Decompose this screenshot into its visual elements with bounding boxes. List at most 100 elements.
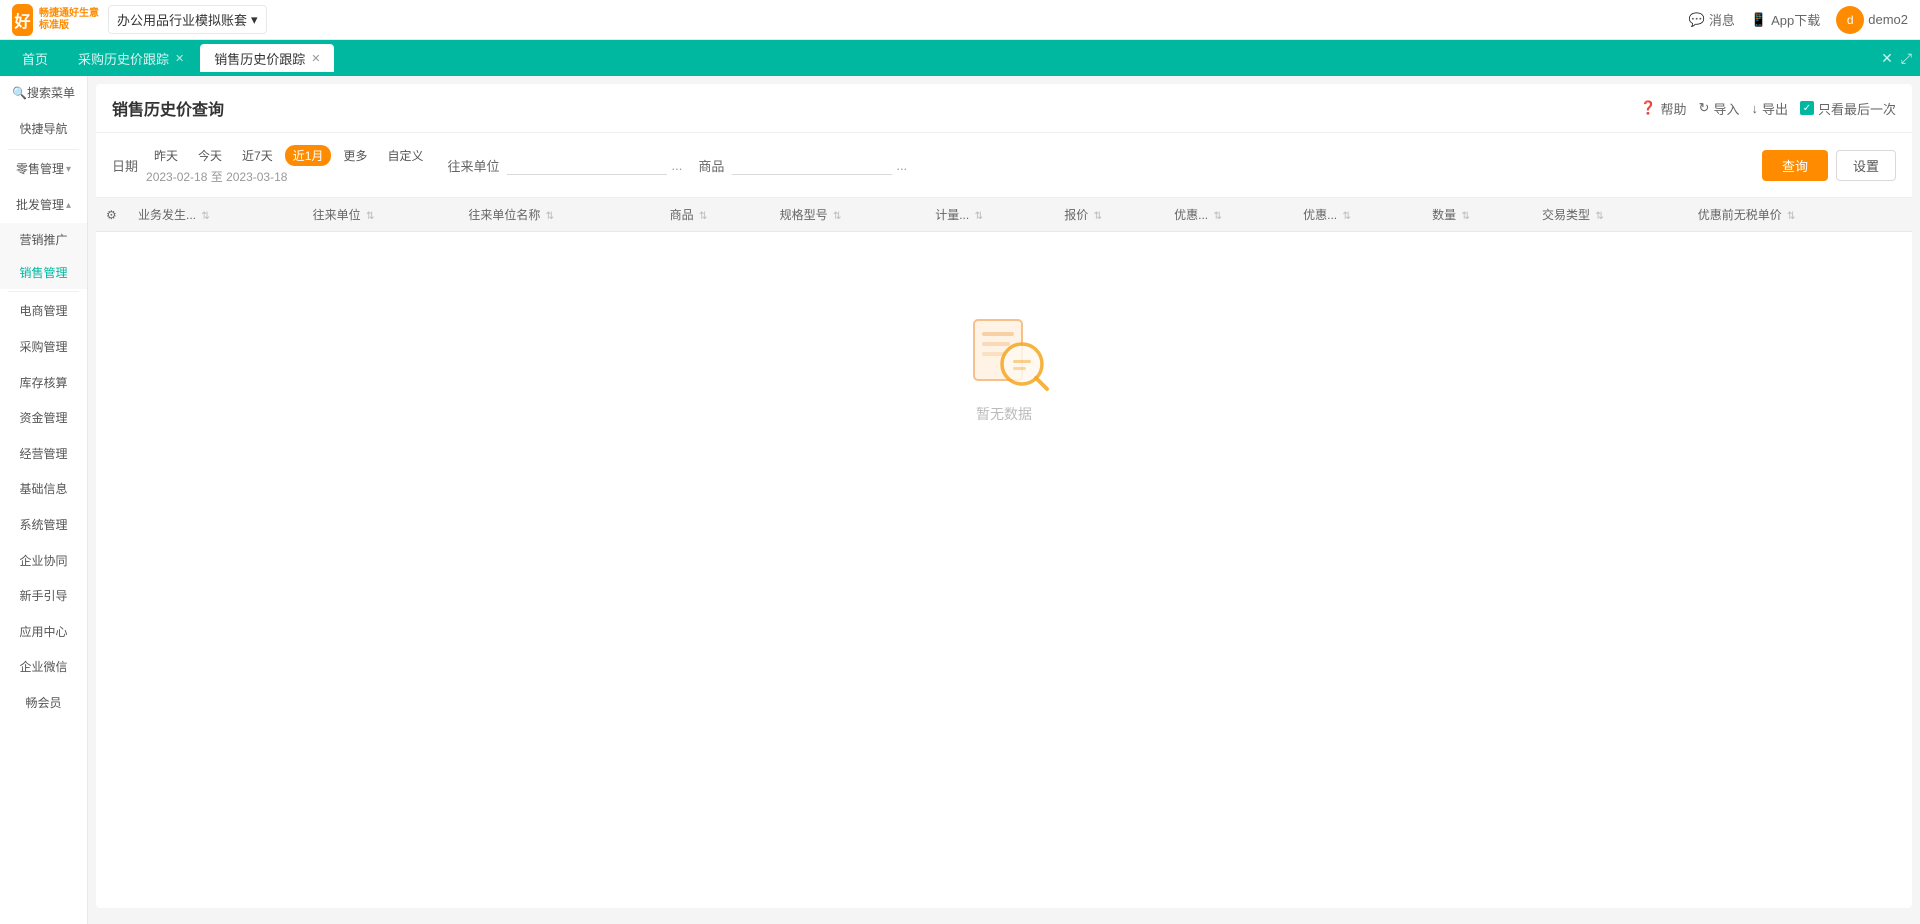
sidebar-item-wechat[interactable]: 企业微信: [0, 650, 87, 686]
sidebar-item-marketing[interactable]: 营销推广: [0, 223, 87, 256]
sidebar-purchase-label: 采购管理: [19, 340, 67, 356]
data-table: ⚙ 业务发生... ⇅ 往来单位 ⇅ 往来单位名称: [96, 198, 1912, 232]
party-filter-group: 往来单位 ...: [447, 155, 682, 175]
logo-icon: 好: [12, 4, 33, 36]
message-nav-item[interactable]: 💬 消息: [1689, 10, 1735, 29]
date-btn-1month[interactable]: 近1月: [285, 145, 332, 166]
th-discount2[interactable]: 优惠... ⇅: [1293, 198, 1422, 232]
sidebar-system-label: 系统管理: [19, 518, 67, 534]
sort-icon: ⇅: [1461, 211, 1469, 222]
sidebar-item-inventory[interactable]: 库存核算: [0, 366, 87, 402]
sidebar-item-sales-mgmt[interactable]: 销售管理: [0, 256, 87, 289]
product-filter-label: 商品: [698, 156, 724, 175]
tab-bar-right: ✕ ⤢: [1881, 50, 1912, 67]
tab-purchase-history[interactable]: 采购历史价跟踪 ✕: [64, 44, 198, 72]
date-filter-group: 日期 昨天 今天 近7天 近1月 更多 自定义 2023-02-18 至 202…: [112, 145, 431, 185]
search-icon: 🔍: [12, 86, 27, 102]
th-product-label: 商品: [670, 208, 694, 222]
date-buttons: 昨天 今天 近7天 近1月 更多 自定义: [146, 145, 431, 166]
sidebar-item-purchase[interactable]: 采购管理: [0, 330, 87, 366]
sidebar-item-retail[interactable]: 零售管理 ▾: [0, 152, 87, 188]
th-pre-tax-price[interactable]: 优惠前无税单价 ⇅: [1688, 198, 1912, 232]
tab-sales-history-close[interactable]: ✕: [311, 52, 320, 65]
th-discount1[interactable]: 优惠... ⇅: [1164, 198, 1293, 232]
product-filter-dots[interactable]: ...: [896, 158, 907, 173]
sidebar-item-app-center[interactable]: 应用中心: [0, 615, 87, 651]
th-biz-date-label: 业务发生...: [138, 208, 196, 222]
only-last-checkbox[interactable]: ✓: [1800, 101, 1814, 115]
empty-icon: [964, 312, 1044, 392]
date-btn-today[interactable]: 今天: [190, 145, 230, 166]
th-party-code[interactable]: 往来单位 ⇅: [303, 198, 459, 232]
import-action[interactable]: ↻ 导入: [1699, 99, 1740, 118]
table-header: ⚙ 业务发生... ⇅ 往来单位 ⇅ 往来单位名称: [96, 198, 1912, 232]
tab-close-all-btn[interactable]: ✕: [1881, 50, 1893, 67]
message-icon: 💬: [1689, 12, 1705, 28]
tab-expand-btn[interactable]: ⤢: [1901, 50, 1912, 67]
th-quoted-price-label: 报价: [1064, 208, 1088, 222]
date-btn-more[interactable]: 更多: [335, 145, 375, 166]
tab-home[interactable]: 首页: [8, 44, 62, 72]
sidebar-item-member[interactable]: 畅会员: [0, 686, 87, 722]
product-input[interactable]: [732, 155, 892, 175]
th-party-name-label: 往来单位名称: [468, 208, 540, 222]
sidebar-ecommerce-label: 电商管理: [19, 304, 67, 320]
party-input[interactable]: [507, 155, 667, 175]
sidebar-item-enterprise[interactable]: 企业协同: [0, 544, 87, 580]
th-gear: ⚙: [96, 198, 128, 232]
app-download-nav-item[interactable]: 📱 App下载: [1751, 10, 1820, 29]
only-last-label: 只看最后一次: [1818, 99, 1896, 118]
help-action[interactable]: ❓ 帮助: [1640, 99, 1686, 118]
gear-icon[interactable]: ⚙: [106, 208, 117, 222]
th-biz-date[interactable]: 业务发生... ⇅: [128, 198, 303, 232]
sort-icon: ⇅: [1094, 211, 1102, 222]
product-input-wrap: ...: [732, 155, 907, 175]
sidebar-item-guide[interactable]: 新手引导: [0, 579, 87, 615]
sidebar-item-wholesale[interactable]: 批发管理 ▴: [0, 188, 87, 224]
sidebar-divider-2: [8, 291, 79, 292]
export-action[interactable]: ↓ 导出: [1751, 99, 1788, 118]
sidebar-item-search[interactable]: 🔍 搜索菜单: [0, 76, 87, 112]
sidebar-retail-label: 零售管理: [16, 162, 64, 178]
only-last-checkbox-wrap[interactable]: ✓ 只看最后一次: [1800, 99, 1896, 118]
party-filter-dots[interactable]: ...: [671, 158, 682, 173]
query-button[interactable]: 查询: [1762, 150, 1828, 181]
empty-state: 暂无数据: [96, 232, 1912, 504]
help-label: 帮助: [1661, 99, 1687, 118]
th-unit-label: 计量...: [935, 208, 969, 222]
chevron-up-icon: ▴: [66, 199, 71, 212]
sort-icon: ⇅: [1214, 211, 1222, 222]
page-actions: ❓ 帮助 ↻ 导入 ↓ 导出 ✓ 只看最后一次: [1640, 99, 1896, 118]
th-quoted-price[interactable]: 报价 ⇅: [1054, 198, 1164, 232]
th-party-name[interactable]: 往来单位名称 ⇅: [458, 198, 659, 232]
sidebar-item-finance[interactable]: 资金管理: [0, 401, 87, 437]
sidebar-basic-info-label: 基础信息: [19, 482, 67, 498]
sort-icon: ⇅: [1595, 211, 1603, 222]
sidebar-item-system[interactable]: 系统管理: [0, 508, 87, 544]
logo-text: 畅捷通好生意 标准版: [39, 8, 100, 32]
user-area[interactable]: d demo2: [1836, 6, 1908, 34]
sidebar-item-ecommerce[interactable]: 电商管理: [0, 294, 87, 330]
date-btn-yesterday[interactable]: 昨天: [146, 145, 186, 166]
th-product[interactable]: 商品 ⇅: [660, 198, 770, 232]
app-selector[interactable]: 办公用品行业模拟账套 ▾: [108, 5, 267, 34]
sidebar-item-shortcut[interactable]: 快捷导航: [0, 112, 87, 148]
sidebar-item-basic-info[interactable]: 基础信息: [0, 472, 87, 508]
th-quantity[interactable]: 数量 ⇅: [1422, 198, 1532, 232]
tab-purchase-history-close[interactable]: ✕: [175, 52, 184, 65]
tab-sales-history[interactable]: 销售历史价跟踪 ✕: [200, 44, 334, 72]
setting-button[interactable]: 设置: [1836, 150, 1896, 181]
th-party-code-label: 往来单位: [313, 208, 361, 222]
th-pre-tax-price-label: 优惠前无税单价: [1698, 208, 1782, 222]
chevron-down-icon: ▾: [251, 12, 258, 28]
party-filter-label: 往来单位: [447, 156, 499, 175]
sidebar-item-operations[interactable]: 经营管理: [0, 437, 87, 473]
th-trade-type[interactable]: 交易类型 ⇅: [1532, 198, 1688, 232]
date-btn-custom[interactable]: 自定义: [379, 145, 431, 166]
tab-bar: 首页 采购历史价跟踪 ✕ 销售历史价跟踪 ✕ ✕ ⤢: [0, 40, 1920, 76]
sort-icon: ⇅: [366, 211, 374, 222]
tab-purchase-history-label: 采购历史价跟踪: [78, 49, 169, 68]
th-unit[interactable]: 计量... ⇅: [925, 198, 1054, 232]
date-btn-7days[interactable]: 近7天: [234, 145, 281, 166]
th-spec[interactable]: 规格型号 ⇅: [770, 198, 926, 232]
